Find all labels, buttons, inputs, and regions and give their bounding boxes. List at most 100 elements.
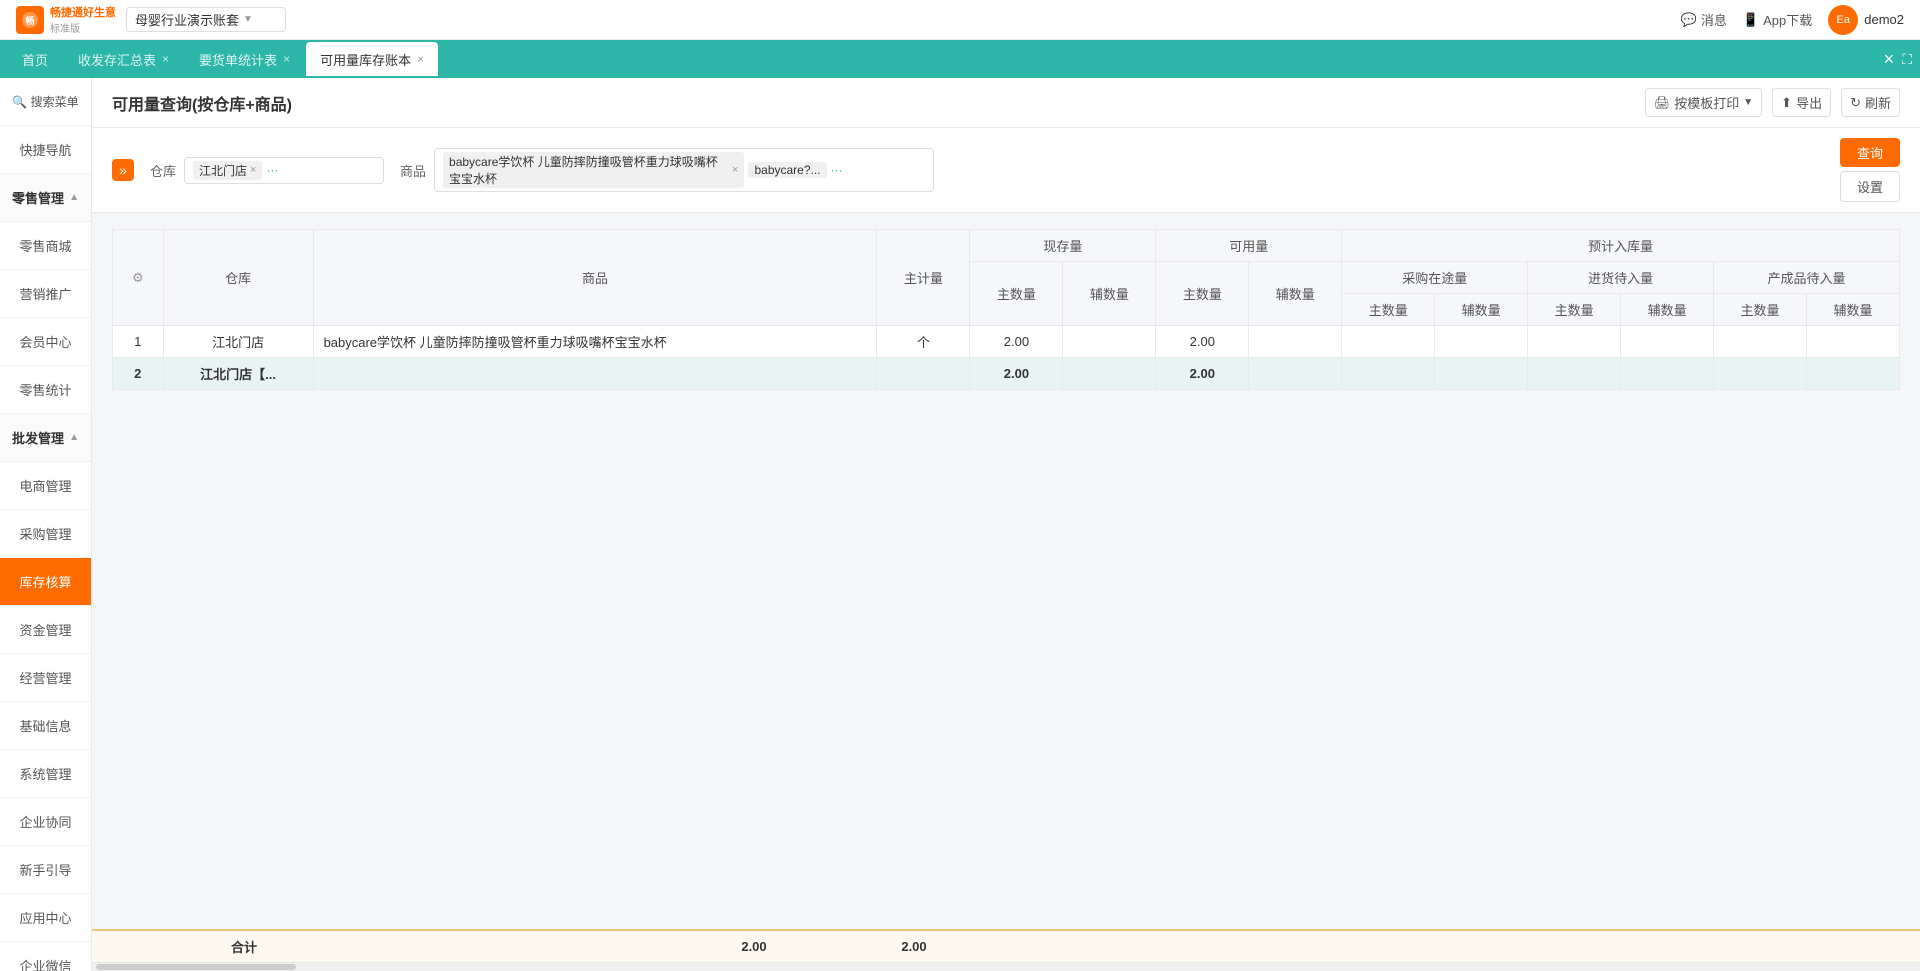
sidebar-item-system[interactable]: 系统管理 [0,750,91,798]
remove-warehouse-tag[interactable]: × [250,164,256,176]
filter-expand-button[interactable]: » [112,159,134,181]
filter-area: » 仓库 江北门店 × ··· 商品 babycare学饮杯 儿童防摔防撞吸管杯… [92,128,1920,213]
user-area[interactable]: Ea demo2 [1828,5,1904,35]
row-avail-main: 2.00 [1156,326,1249,358]
group-finished-main [1714,358,1807,390]
sidebar-item-app-center[interactable]: 应用中心 [0,894,91,942]
query-button[interactable]: 查询 [1840,138,1900,167]
export-button[interactable]: ⬆ 导出 [1772,88,1831,117]
sidebar-item-finance[interactable]: 资金管理 [0,606,91,654]
filter-buttons: 查询 设置 [1840,138,1900,202]
close-all-tabs[interactable]: × ⛶ [1884,49,1912,70]
th-current-stock: 现存量 [970,230,1156,262]
remove-product-tag-1[interactable]: × [732,164,738,176]
sidebar-item-operations[interactable]: 经营管理 [0,654,91,702]
group-unit [877,358,970,390]
product-filter-tags[interactable]: babycare学饮杯 儿童防摔防撞吸管杯重力球吸嘴杯宝宝水杯 × babyca… [434,148,934,192]
close-tab-order-stat[interactable]: × [283,52,290,66]
sidebar-item-ecommerce[interactable]: 电商管理 [0,462,91,510]
sidebar-item-member[interactable]: 会员中心 [0,318,91,366]
tab-home[interactable]: 首页 [8,42,62,76]
close-tab-receive[interactable]: × [162,52,169,66]
sidebar-item-purchase[interactable]: 采购管理 [0,510,91,558]
top-bar-left: 畅 畅捷通好生意 标准版 母婴行业演示账套 ▼ [16,4,286,35]
warehouse-more[interactable]: ··· [266,163,278,177]
print-button[interactable]: 🖨 按模板打印 ▼ [1645,88,1762,117]
th-arrival-incoming: 进货待入量 [1528,262,1714,294]
print-icon: 🖨 [1654,95,1671,111]
sidebar-item-stock[interactable]: 库存核算 [0,558,91,606]
main-content: 可用量查询(按仓库+商品) 🖨 按模板打印 ▼ ⬆ 导出 ↻ 刷新 » [92,78,1920,971]
group-warehouse: 江北门店【... [163,358,313,390]
th-finished-main: 主数量 [1714,294,1807,326]
group-stock-main: 2.00 [970,358,1063,390]
table-row: 1 江北门店 babycare学饮杯 儿童防摔防撞吸管杯重力球吸嘴杯宝宝水杯 个… [113,326,1900,358]
scroll-thumb[interactable] [96,964,296,970]
settings-icon[interactable]: ⚙ [132,270,144,285]
th-product: 商品 [313,230,877,326]
arrow-down-icon: ▼ [1743,97,1753,108]
table-container: ⚙ 仓库 商品 主计量 现存量 可用量 预计入库量 主数量 辅数量 主数量 辅数… [92,213,1920,929]
logo-area: 畅 畅捷通好生意 标准版 [16,4,116,35]
row-product: babycare学饮杯 儿童防摔防撞吸管杯重力球吸嘴杯宝宝水杯 [313,326,877,358]
row-num: 1 [113,326,164,358]
th-purchase-incoming: 采购在途量 [1342,262,1528,294]
main-layout: 🔍 搜索菜单 快捷导航 零售管理 ▲ 零售商城 营销推广 会员中心 零售统计 批… [0,78,1920,971]
th-warehouse: 仓库 [163,230,313,326]
warehouse-filter-group: 仓库 江北门店 × ··· [150,157,384,184]
app-download-button[interactable]: 📱 App下载 [1743,10,1812,29]
th-stock-aux: 辅数量 [1063,262,1156,326]
nav-tabs: 首页 收发存汇总表 × 要货单统计表 × 可用量库存账本 × × ⛶ [0,40,1920,78]
message-button[interactable]: 💬 消息 [1681,10,1727,29]
horizontal-scrollbar[interactable] [92,963,1920,971]
tab-available-stock[interactable]: 可用量库存账本 × [306,42,438,76]
chevron-down-icon: ▼ [243,14,253,25]
row-arrival-aux [1621,326,1714,358]
sidebar: 🔍 搜索菜单 快捷导航 零售管理 ▲ 零售商城 营销推广 会员中心 零售统计 批… [0,78,92,971]
group-arrival-main [1528,358,1621,390]
row-stock-main: 2.00 [970,326,1063,358]
username-label[interactable]: demo2 [1864,12,1904,27]
refresh-button[interactable]: ↻ 刷新 [1841,88,1900,117]
chevron-icon-wholesale: ▲ [69,432,79,443]
sidebar-item-new-guide[interactable]: 新手引导 [0,846,91,894]
sidebar-item-wecom[interactable]: 企业微信 [0,942,91,971]
th-available: 可用量 [1156,230,1342,262]
warehouse-filter-label: 仓库 [150,161,176,180]
page-title: 可用量查询(按仓库+商品) [112,91,292,115]
refresh-icon: ↻ [1850,95,1861,111]
sidebar-item-marketing[interactable]: 营销推广 [0,270,91,318]
th-finished-aux: 辅数量 [1807,294,1900,326]
th-avail-main: 主数量 [1156,262,1249,326]
row-stock-aux [1063,326,1156,358]
svg-text:畅: 畅 [25,15,34,26]
warehouse-filter-tags[interactable]: 江北门店 × ··· [184,157,384,184]
tab-order-stat[interactable]: 要货单统计表 × [185,42,304,76]
sidebar-item-quick-nav: 快捷导航 [0,126,91,174]
close-tab-available-stock[interactable]: × [417,52,424,66]
sidebar-item-enterprise[interactable]: 企业协同 [0,798,91,846]
sidebar-item-retail-stat[interactable]: 零售统计 [0,366,91,414]
company-select[interactable]: 母婴行业演示账套 ▼ [126,7,286,32]
th-settings[interactable]: ⚙ [113,230,164,326]
app-icon: 📱 [1743,12,1759,28]
sidebar-item-retail-mall[interactable]: 零售商城 [0,222,91,270]
row-finished-main [1714,326,1807,358]
export-icon: ⬆ [1781,95,1792,111]
group-purchase-main [1342,358,1435,390]
sidebar-item-retail-mgmt[interactable]: 零售管理 ▲ [0,174,91,222]
sidebar-item-basic-info[interactable]: 基础信息 [0,702,91,750]
logo-icon: 畅 [16,6,44,34]
sidebar-item-wholesale[interactable]: 批发管理 ▲ [0,414,91,462]
row-warehouse: 江北门店 [163,326,313,358]
tab-receive[interactable]: 收发存汇总表 × [64,42,183,76]
search-menu-button[interactable]: 🔍 搜索菜单 [0,78,91,126]
product-more[interactable]: ··· [831,163,843,177]
th-arrival-aux: 辅数量 [1621,294,1714,326]
group-stock-aux [1063,358,1156,390]
table-footer: 合计 2.00 2.00 [92,929,1920,963]
group-finished-aux [1807,358,1900,390]
settings-button[interactable]: 设置 [1840,171,1900,202]
group-product [313,358,877,390]
row-unit: 个 [877,326,970,358]
